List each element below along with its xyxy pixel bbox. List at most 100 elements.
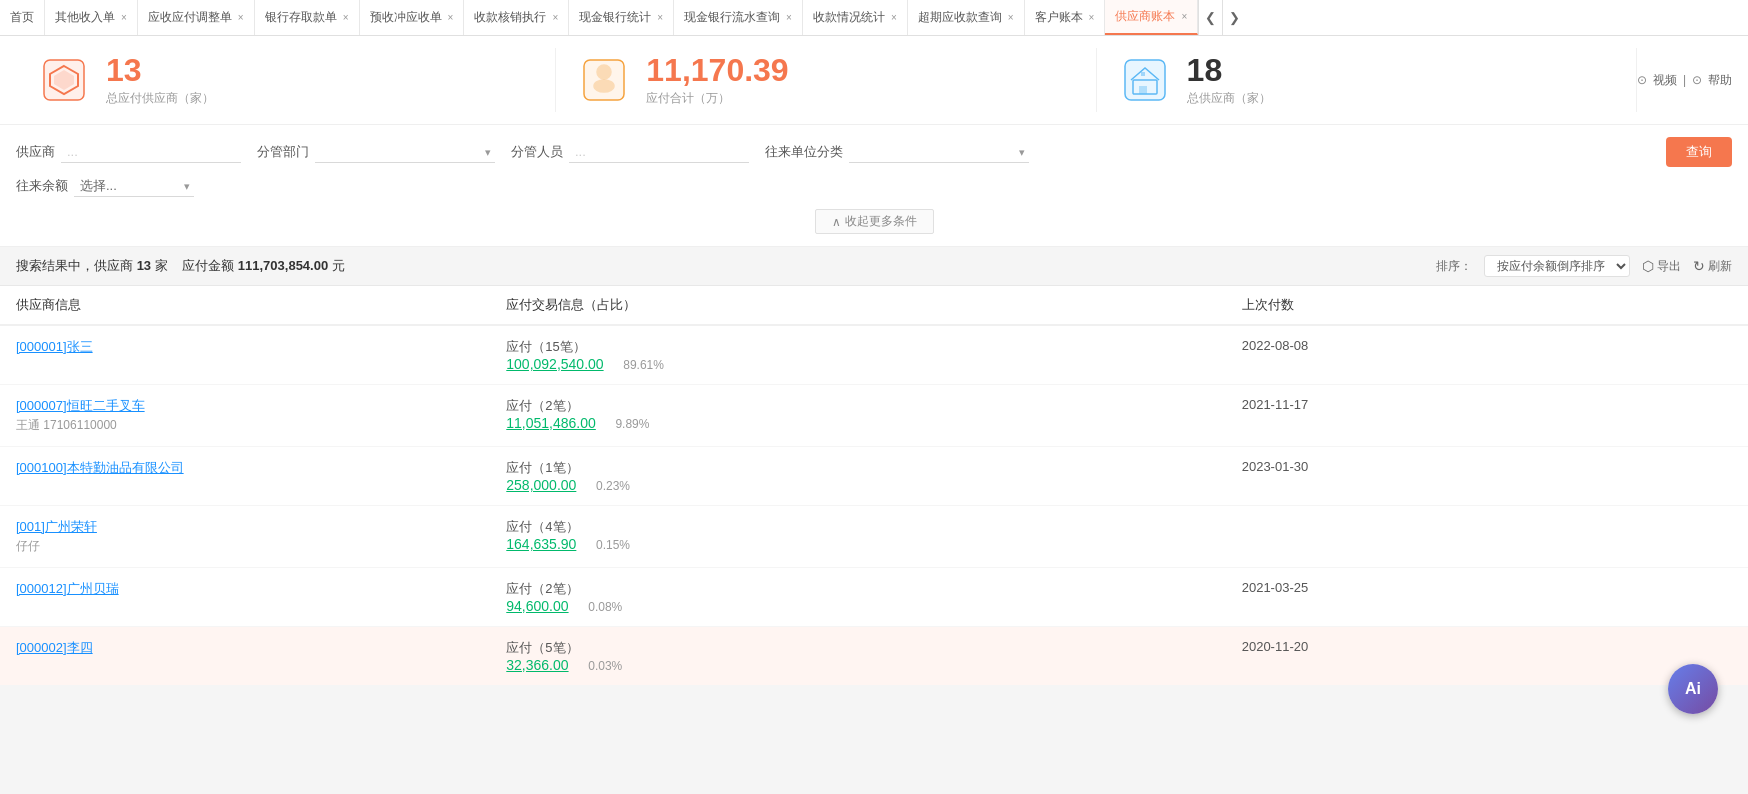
table-body: [000001]张三 应付（15笔） 100,092,540.00 89.61%… bbox=[0, 326, 1748, 686]
balance-select[interactable]: 选择... bbox=[74, 175, 194, 197]
supplier-link[interactable]: [000007] bbox=[16, 398, 67, 413]
filter-row-1: 供应商 分管部门 分管人员 往来单位分类 查询 bbox=[16, 137, 1732, 167]
nav-tab-adjust[interactable]: 应收应付调整单 × bbox=[138, 0, 255, 35]
nav-tab-bank[interactable]: 银行存取款单 × bbox=[255, 0, 360, 35]
category-select-wrapper bbox=[849, 141, 1029, 163]
supplier-name[interactable]: 广州荣轩 bbox=[45, 519, 97, 534]
supplier-info: [001]广州荣轩 仔仔 bbox=[16, 518, 506, 555]
result-bar: 搜索结果中，供应商 13 家 应付金额 111,703,854.00 元 排序：… bbox=[0, 247, 1748, 286]
payable-amount-label: 应付合计（万） bbox=[646, 90, 788, 107]
summary-prefix: 搜索结果中，供应商 bbox=[16, 258, 133, 273]
tx-percent: 0.03% bbox=[588, 659, 622, 673]
close-icon[interactable]: × bbox=[657, 12, 663, 23]
close-icon[interactable]: × bbox=[238, 12, 244, 23]
tx-info: 应付（2笔） 94,600.00 0.08% bbox=[506, 580, 1241, 614]
refresh-label: 刷新 bbox=[1708, 258, 1732, 275]
tx-amount[interactable]: 100,092,540.00 bbox=[506, 356, 603, 372]
supplier-name[interactable]: 本特勤油品有限公司 bbox=[67, 460, 184, 475]
sort-select[interactable]: 按应付余额倒序排序 bbox=[1484, 255, 1630, 277]
close-icon[interactable]: × bbox=[1008, 12, 1014, 23]
close-icon[interactable]: × bbox=[786, 12, 792, 23]
stats-bar: 13 总应付供应商（家） 11,170.39 应付合计（万） bbox=[0, 36, 1748, 125]
export-button[interactable]: ⬡ 导出 bbox=[1642, 258, 1681, 275]
supplier-name[interactable]: 恒旺二手叉车 bbox=[67, 398, 145, 413]
filter-supplier: 供应商 bbox=[16, 141, 241, 163]
amount-suffix: 元 bbox=[332, 258, 345, 273]
supplier-link[interactable]: [000012] bbox=[16, 581, 67, 596]
category-select[interactable] bbox=[849, 141, 1029, 163]
tx-percent: 0.15% bbox=[596, 538, 630, 552]
close-icon[interactable]: × bbox=[891, 12, 897, 23]
tx-amount[interactable]: 32,366.00 bbox=[506, 657, 568, 673]
close-icon[interactable]: × bbox=[343, 12, 349, 23]
last-pay-date: 2020-11-20 bbox=[1242, 639, 1732, 673]
nav-tab-customer[interactable]: 客户账本 × bbox=[1025, 0, 1106, 35]
tx-percent: 9.89% bbox=[615, 417, 649, 431]
supplier-name[interactable]: 广州贝瑞 bbox=[67, 581, 119, 596]
close-icon[interactable]: × bbox=[552, 12, 558, 23]
nav-next-arrow[interactable]: ❯ bbox=[1222, 0, 1246, 35]
supplier-info: [000100]本特勤油品有限公司 bbox=[16, 459, 506, 493]
tab-label: 供应商账本 bbox=[1115, 8, 1175, 25]
nav-tab-income[interactable]: 其他收入单 × bbox=[45, 0, 138, 35]
nav-prev-arrow[interactable]: ❮ bbox=[1198, 0, 1222, 35]
tab-label: 现金银行统计 bbox=[579, 9, 651, 26]
stat-card-payable-suppliers: 13 总应付供应商（家） bbox=[16, 48, 556, 112]
svg-point-5 bbox=[594, 80, 614, 92]
supplier-input[interactable] bbox=[61, 141, 241, 163]
nav-tab-verify[interactable]: 收款核销执行 × bbox=[464, 0, 569, 35]
tx-amount[interactable]: 11,051,486.00 bbox=[506, 415, 596, 431]
total-suppliers-label: 总供应商（家） bbox=[1187, 90, 1271, 107]
tx-label: 应付（15笔） bbox=[506, 338, 1241, 356]
close-icon[interactable]: × bbox=[1181, 11, 1187, 22]
filter-category: 往来单位分类 bbox=[765, 141, 1029, 163]
balance-select-wrapper: 选择... bbox=[74, 175, 194, 197]
collapse-button[interactable]: ∧ 收起更多条件 bbox=[815, 209, 934, 234]
close-icon[interactable]: × bbox=[1089, 12, 1095, 23]
video-link[interactable]: 视频 bbox=[1653, 72, 1677, 89]
nav-tab-overdue[interactable]: 超期应收款查询 × bbox=[908, 0, 1025, 35]
payable-suppliers-number: 13 bbox=[106, 53, 214, 88]
supplier-link[interactable]: [001] bbox=[16, 519, 45, 534]
stat-card-total-suppliers: 18 总供应商（家） bbox=[1097, 48, 1637, 112]
data-table: 供应商信息 应付交易信息（占比） 上次付数 [000001]张三 应付（15笔）… bbox=[0, 286, 1748, 686]
refresh-button[interactable]: ↻ 刷新 bbox=[1693, 258, 1732, 275]
tx-amount[interactable]: 94,600.00 bbox=[506, 598, 568, 614]
tx-amount[interactable]: 164,635.90 bbox=[506, 536, 576, 552]
supplier-link[interactable]: [000100] bbox=[16, 460, 67, 475]
dept-select[interactable] bbox=[315, 141, 495, 163]
supplier-link[interactable]: [000002] bbox=[16, 640, 67, 655]
col-header-supplier: 供应商信息 bbox=[16, 296, 506, 314]
tx-amount[interactable]: 258,000.00 bbox=[506, 477, 576, 493]
nav-tab-cash-stat[interactable]: 现金银行统计 × bbox=[569, 0, 674, 35]
person-input[interactable] bbox=[569, 141, 749, 163]
nav-tab-recv-stat[interactable]: 收款情况统计 × bbox=[803, 0, 908, 35]
col-header-lastpay: 上次付数 bbox=[1242, 296, 1732, 314]
tx-info: 应付（5笔） 32,366.00 0.03% bbox=[506, 639, 1241, 673]
close-icon[interactable]: × bbox=[448, 12, 454, 23]
table-row: [001]广州荣轩 仔仔 应付（4笔） 164,635.90 0.15% bbox=[0, 506, 1748, 568]
nav-tab-cash-query[interactable]: 现金银行流水查询 × bbox=[674, 0, 803, 35]
balance-label: 往来余额 bbox=[16, 177, 68, 195]
filter-dept: 分管部门 bbox=[257, 141, 495, 163]
nav-tab-pre-receive[interactable]: 预收冲应收单 × bbox=[360, 0, 465, 35]
table-row: [000007]恒旺二手叉车 王通 17106110000 应付（2笔） 11,… bbox=[0, 385, 1748, 447]
nav-tab-supplier[interactable]: 供应商账本 × bbox=[1105, 0, 1198, 35]
export-label: 导出 bbox=[1657, 258, 1681, 275]
filter-more-row: ∧ 收起更多条件 bbox=[16, 205, 1732, 238]
query-button[interactable]: 查询 bbox=[1666, 137, 1732, 167]
table-row: [000100]本特勤油品有限公司 应付（1笔） 258,000.00 0.23… bbox=[0, 447, 1748, 506]
table-row: [000002]李四 应付（5笔） 32,366.00 0.03% 2020-1… bbox=[0, 627, 1748, 686]
supplier-name[interactable]: 李四 bbox=[67, 640, 93, 655]
supplier-name[interactable]: 张三 bbox=[67, 339, 93, 354]
nav-tab-home[interactable]: 首页 bbox=[0, 0, 45, 35]
dept-label: 分管部门 bbox=[257, 143, 309, 161]
tab-label: 收款核销执行 bbox=[474, 9, 546, 26]
supplier-info: [000001]张三 bbox=[16, 338, 506, 372]
close-icon[interactable]: × bbox=[121, 12, 127, 23]
tx-label: 应付（5笔） bbox=[506, 639, 1241, 657]
help-link[interactable]: 帮助 bbox=[1708, 72, 1732, 89]
tx-label: 应付（4笔） bbox=[506, 518, 1241, 536]
table-header: 供应商信息 应付交易信息（占比） 上次付数 bbox=[0, 286, 1748, 326]
supplier-link[interactable]: [000001] bbox=[16, 339, 67, 354]
